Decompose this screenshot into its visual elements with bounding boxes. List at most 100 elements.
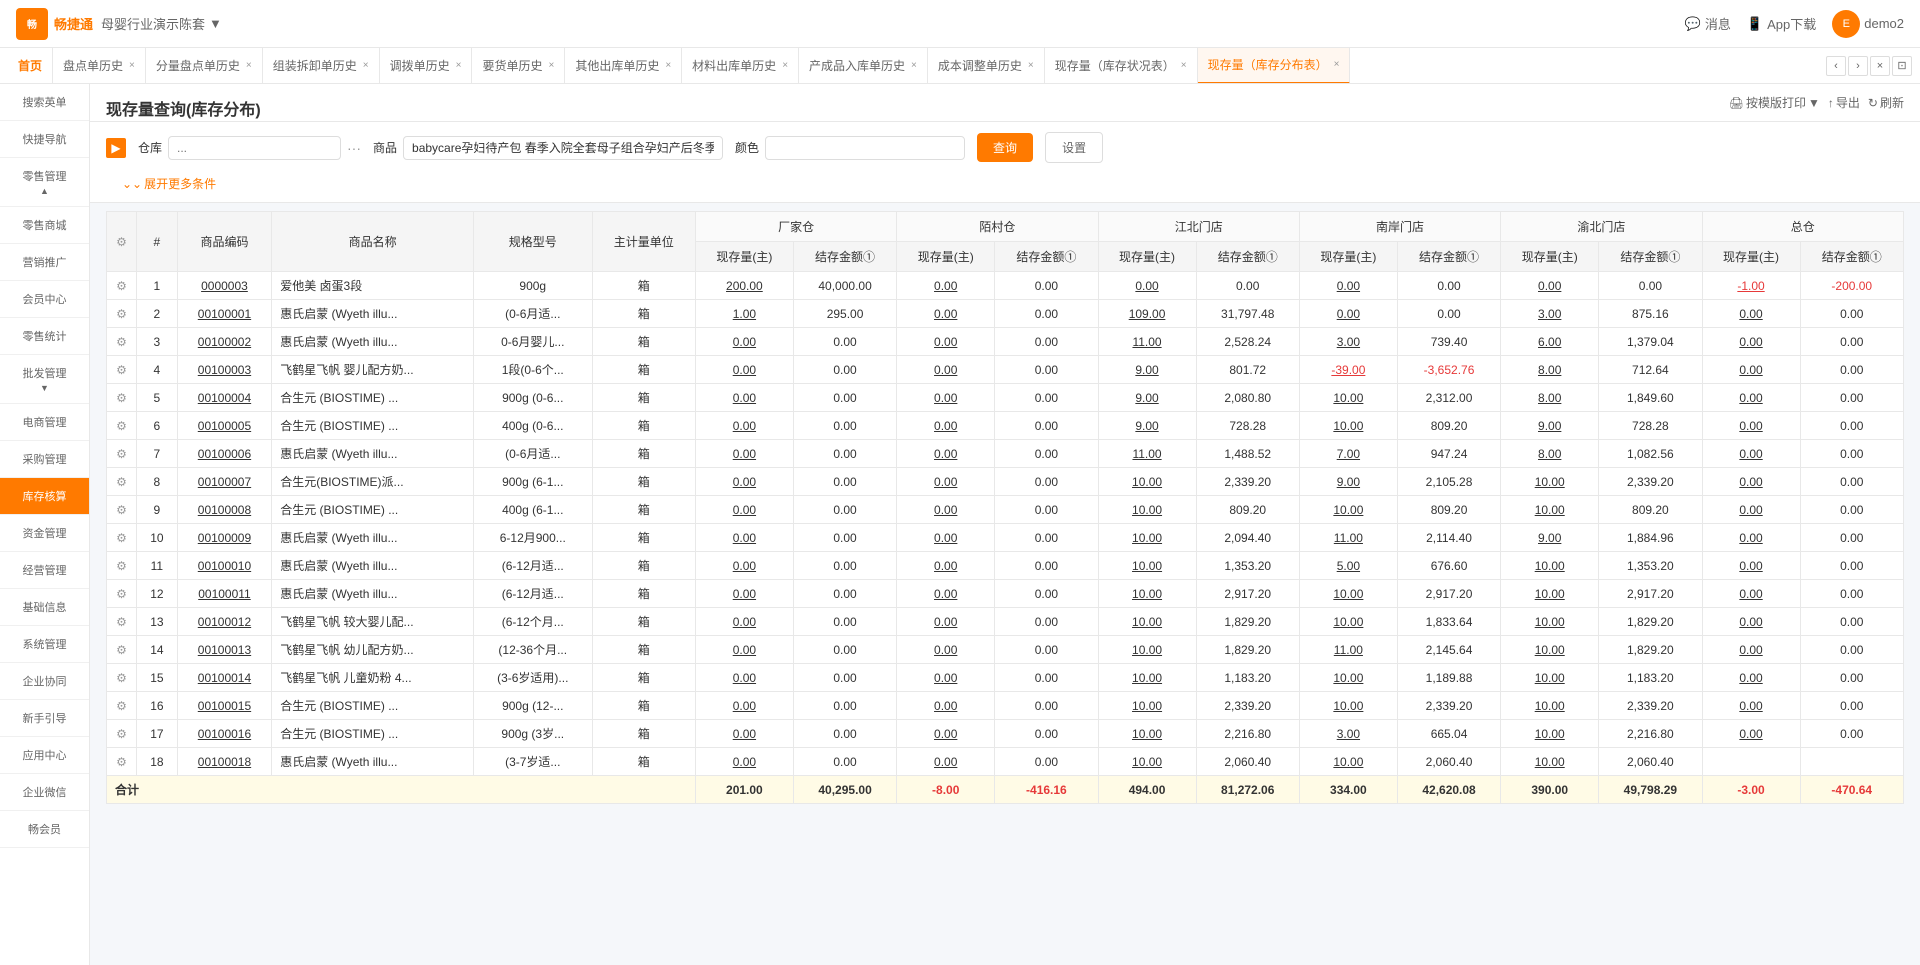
- sidebar-item-purchase[interactable]: 采购管理: [0, 441, 89, 478]
- row-jb-qty[interactable]: 9.00: [1098, 384, 1196, 412]
- row-yb-qty[interactable]: 10.00: [1501, 552, 1599, 580]
- app-download-btn[interactable]: 📱 App下载: [1747, 14, 1816, 33]
- row-jb-qty[interactable]: 10.00: [1098, 636, 1196, 664]
- row-jb-qty[interactable]: 10.00: [1098, 468, 1196, 496]
- row-mc-qty[interactable]: 0.00: [897, 272, 995, 300]
- row-fj-qty[interactable]: 0.00: [695, 356, 793, 384]
- sidebar-item-member[interactable]: 会员中心: [0, 281, 89, 318]
- row-mc-qty[interactable]: 0.00: [897, 608, 995, 636]
- row-code[interactable]: 00100012: [177, 608, 271, 636]
- row-fj-qty[interactable]: 0.00: [695, 552, 793, 580]
- gear-icon[interactable]: ⚙: [116, 643, 127, 657]
- row-settings[interactable]: ⚙: [107, 608, 137, 636]
- row-na-qty[interactable]: 10.00: [1299, 580, 1397, 608]
- row-zc-qty[interactable]: 0.00: [1702, 608, 1800, 636]
- sidebar-item-marketing[interactable]: 营销推广: [0, 244, 89, 281]
- row-zc-qty[interactable]: 0.00: [1702, 664, 1800, 692]
- row-na-qty[interactable]: 11.00: [1299, 636, 1397, 664]
- row-na-qty[interactable]: 10.00: [1299, 384, 1397, 412]
- row-code[interactable]: 00100013: [177, 636, 271, 664]
- row-settings[interactable]: ⚙: [107, 272, 137, 300]
- nav-expand[interactable]: ⊡: [1892, 56, 1912, 76]
- row-na-qty[interactable]: 3.00: [1299, 720, 1397, 748]
- sidebar-item-collab[interactable]: 企业协同: [0, 663, 89, 700]
- close-icon[interactable]: ×: [1334, 59, 1340, 70]
- collapse-btn[interactable]: ▶: [106, 138, 126, 158]
- row-zc-qty[interactable]: 0.00: [1702, 356, 1800, 384]
- row-jb-qty[interactable]: 10.00: [1098, 748, 1196, 776]
- sidebar-item-vip[interactable]: 畅会员: [0, 811, 89, 848]
- row-zc-qty[interactable]: -1.00: [1702, 272, 1800, 300]
- row-fj-qty[interactable]: 0.00: [695, 608, 793, 636]
- row-settings[interactable]: ⚙: [107, 580, 137, 608]
- row-mc-qty[interactable]: 0.00: [897, 412, 995, 440]
- row-na-qty[interactable]: -39.00: [1299, 356, 1397, 384]
- row-fj-qty[interactable]: 0.00: [695, 496, 793, 524]
- row-yb-qty[interactable]: 9.00: [1501, 412, 1599, 440]
- gear-icon[interactable]: ⚙: [116, 235, 127, 249]
- nav-next[interactable]: ›: [1848, 56, 1868, 76]
- gear-icon[interactable]: ⚙: [116, 363, 127, 377]
- row-fj-qty[interactable]: 0.00: [695, 384, 793, 412]
- sidebar-item-retail-mgmt[interactable]: 零售管理 ▲: [0, 158, 89, 207]
- row-yb-qty[interactable]: 6.00: [1501, 328, 1599, 356]
- row-yb-qty[interactable]: 3.00: [1501, 300, 1599, 328]
- row-code[interactable]: 00100009: [177, 524, 271, 552]
- row-fj-qty[interactable]: 0.00: [695, 580, 793, 608]
- row-zc-qty[interactable]: 0.00: [1702, 328, 1800, 356]
- row-code[interactable]: 00100018: [177, 748, 271, 776]
- row-na-qty[interactable]: 11.00: [1299, 524, 1397, 552]
- sidebar-item-ecom[interactable]: 电商管理: [0, 404, 89, 441]
- row-code[interactable]: 00100003: [177, 356, 271, 384]
- row-na-qty[interactable]: 10.00: [1299, 748, 1397, 776]
- row-jb-qty[interactable]: 11.00: [1098, 440, 1196, 468]
- row-zc-qty[interactable]: 0.00: [1702, 720, 1800, 748]
- row-mc-qty[interactable]: 0.00: [897, 636, 995, 664]
- close-icon[interactable]: ×: [911, 60, 917, 71]
- row-zc-qty[interactable]: 0.00: [1702, 636, 1800, 664]
- row-jb-qty[interactable]: 11.00: [1098, 328, 1196, 356]
- row-yb-qty[interactable]: 9.00: [1501, 524, 1599, 552]
- row-code[interactable]: 00100008: [177, 496, 271, 524]
- row-yb-qty[interactable]: 8.00: [1501, 356, 1599, 384]
- row-settings[interactable]: ⚙: [107, 524, 137, 552]
- gear-icon[interactable]: ⚙: [116, 727, 127, 741]
- tab-transfer[interactable]: 调拨单历史 ×: [380, 48, 473, 84]
- row-jb-qty[interactable]: 10.00: [1098, 608, 1196, 636]
- row-code[interactable]: 00100015: [177, 692, 271, 720]
- row-na-qty[interactable]: 3.00: [1299, 328, 1397, 356]
- tab-order[interactable]: 要货单历史 ×: [472, 48, 565, 84]
- row-zc-qty[interactable]: 0.00: [1702, 300, 1800, 328]
- export-btn[interactable]: ↑ 导出: [1828, 94, 1860, 111]
- row-zc-qty[interactable]: 0.00: [1702, 692, 1800, 720]
- tab-other-out[interactable]: 其他出库单历史 ×: [565, 48, 682, 84]
- tab-material-out[interactable]: 材料出库单历史 ×: [682, 48, 799, 84]
- row-settings[interactable]: ⚙: [107, 692, 137, 720]
- close-icon[interactable]: ×: [456, 60, 462, 71]
- sidebar-item-retail-mall[interactable]: 零售商城: [0, 207, 89, 244]
- row-fj-qty[interactable]: 0.00: [695, 440, 793, 468]
- row-zc-qty[interactable]: [1702, 748, 1800, 776]
- row-fj-qty[interactable]: 0.00: [695, 328, 793, 356]
- row-mc-qty[interactable]: 0.00: [897, 552, 995, 580]
- row-zc-qty[interactable]: 0.00: [1702, 524, 1800, 552]
- row-zc-qty[interactable]: 0.00: [1702, 412, 1800, 440]
- row-jb-qty[interactable]: 109.00: [1098, 300, 1196, 328]
- row-jb-qty[interactable]: 10.00: [1098, 580, 1196, 608]
- gear-icon[interactable]: ⚙: [116, 503, 127, 517]
- tab-inventory-check[interactable]: 盘点单历史 ×: [53, 48, 146, 84]
- color-input[interactable]: [765, 136, 965, 160]
- row-settings[interactable]: ⚙: [107, 468, 137, 496]
- row-jb-qty[interactable]: 10.00: [1098, 692, 1196, 720]
- close-icon[interactable]: ×: [1028, 60, 1034, 71]
- sidebar-item-search[interactable]: 搜索英单: [0, 84, 89, 121]
- nav-close[interactable]: ×: [1870, 56, 1890, 76]
- row-settings[interactable]: ⚙: [107, 356, 137, 384]
- row-jb-qty[interactable]: 10.00: [1098, 496, 1196, 524]
- gear-icon[interactable]: ⚙: [116, 279, 127, 293]
- row-jb-qty[interactable]: 10.00: [1098, 524, 1196, 552]
- row-mc-qty[interactable]: 0.00: [897, 692, 995, 720]
- row-settings[interactable]: ⚙: [107, 328, 137, 356]
- sidebar-item-nav[interactable]: 快捷导航: [0, 121, 89, 158]
- row-fj-qty[interactable]: 1.00: [695, 300, 793, 328]
